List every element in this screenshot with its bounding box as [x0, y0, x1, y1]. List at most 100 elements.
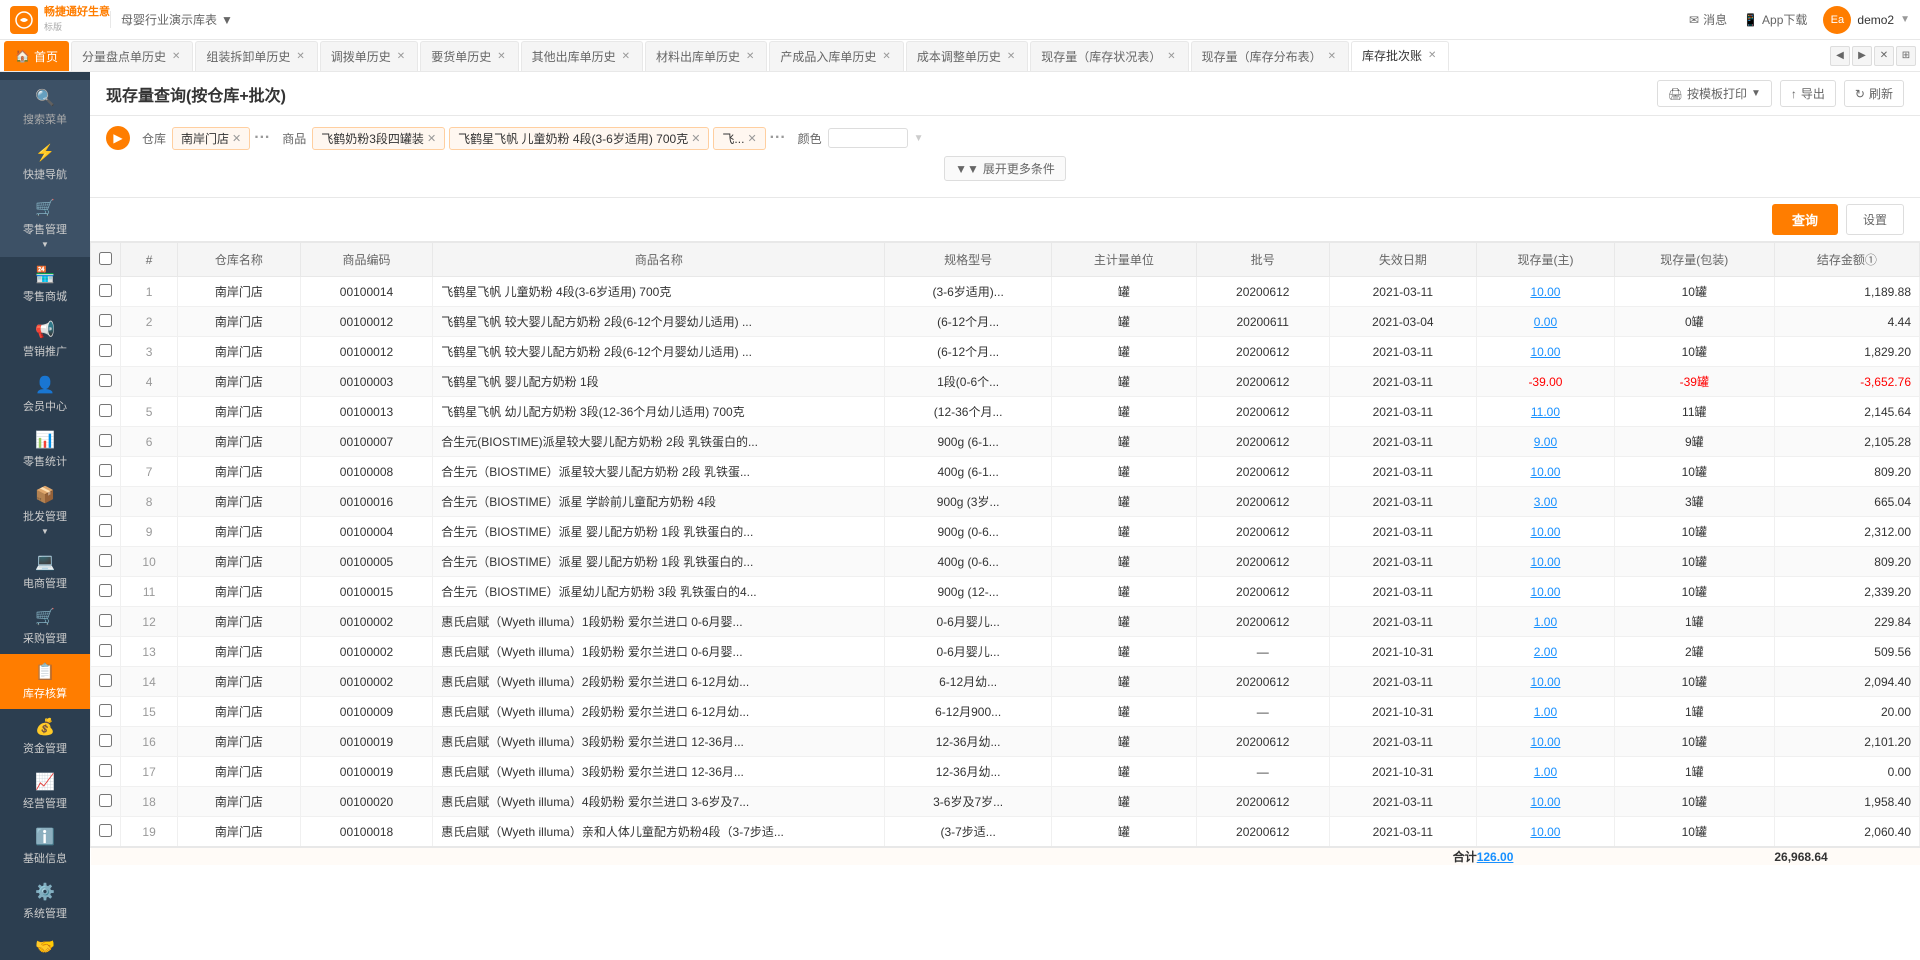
- tab-7[interactable]: 产成品入库单历史 ✕: [769, 41, 903, 71]
- row-checkbox[interactable]: [91, 637, 121, 667]
- row-checkbox[interactable]: [91, 427, 121, 457]
- tab-prev-btn[interactable]: ◀: [1830, 46, 1850, 66]
- product-more-btn[interactable]: ···: [770, 129, 786, 147]
- refresh-btn[interactable]: ↻ 刷新: [1844, 80, 1904, 107]
- product-tag-2[interactable]: 飞... ✕: [713, 127, 765, 150]
- row-checkbox[interactable]: [91, 367, 121, 397]
- sidebar-item-operations[interactable]: 📈 经营管理: [0, 764, 90, 819]
- sidebar-item-inventory[interactable]: 📋 库存核算: [0, 654, 90, 709]
- row-qty[interactable]: 9.00: [1477, 427, 1615, 457]
- template-print-btn[interactable]: 🖨 按模板打印 ▼: [1657, 80, 1772, 107]
- row-checkbox[interactable]: [91, 457, 121, 487]
- tab-close-2[interactable]: ✕: [294, 51, 306, 62]
- row-qty[interactable]: 10.00: [1477, 727, 1615, 757]
- settings-btn[interactable]: 设置: [1846, 204, 1904, 235]
- row-qty[interactable]: 10.00: [1477, 277, 1615, 307]
- sidebar-item-purchase[interactable]: 🛒 采购管理: [0, 599, 90, 654]
- tab-close-4[interactable]: ✕: [495, 51, 507, 62]
- row-checkbox[interactable]: [91, 547, 121, 577]
- row-qty[interactable]: 10.00: [1477, 817, 1615, 848]
- app-download-btn[interactable]: 📱 App下载: [1743, 11, 1807, 28]
- message-btn[interactable]: ✉ 消息: [1689, 11, 1727, 28]
- row-qty[interactable]: 1.00: [1477, 607, 1615, 637]
- table-wrapper[interactable]: # 仓库名称 商品编码 商品名称 规格型号 主计量单位 批号 失效日期 现存量(…: [90, 242, 1920, 960]
- tab-home[interactable]: 🏠 首页: [4, 41, 69, 71]
- tab-8[interactable]: 成本调整单历史 ✕: [906, 41, 1028, 71]
- row-checkbox[interactable]: [91, 667, 121, 697]
- row-checkbox[interactable]: [91, 607, 121, 637]
- sidebar-item-retail[interactable]: 🛒 零售管理 ▼: [0, 190, 90, 257]
- sidebar-item-search[interactable]: 🔍 搜索菜单: [0, 80, 90, 135]
- tab-1[interactable]: 分量盘点单历史 ✕: [71, 41, 193, 71]
- row-qty[interactable]: 3.00: [1477, 487, 1615, 517]
- query-btn[interactable]: 查询: [1772, 204, 1838, 235]
- row-qty[interactable]: 2.00: [1477, 637, 1615, 667]
- row-checkbox[interactable]: [91, 757, 121, 787]
- sidebar-item-wholesale[interactable]: 📦 批发管理 ▼: [0, 477, 90, 544]
- row-qty[interactable]: 0.00: [1477, 307, 1615, 337]
- tab-close-9[interactable]: ✕: [1165, 51, 1177, 62]
- row-qty[interactable]: 10.00: [1477, 787, 1615, 817]
- row-checkbox[interactable]: [91, 787, 121, 817]
- warehouse-more-btn[interactable]: ···: [254, 129, 270, 147]
- tab-close-10[interactable]: ✕: [1326, 51, 1338, 62]
- tab-5[interactable]: 其他出库单历史 ✕: [521, 41, 643, 71]
- product-tag-0[interactable]: 飞鹤奶粉3段四罐装 ✕: [312, 127, 445, 150]
- product-tag-1-remove[interactable]: ✕: [691, 132, 700, 145]
- export-btn[interactable]: ↑ 导出: [1780, 80, 1836, 107]
- tab-next-btn[interactable]: ▶: [1852, 46, 1872, 66]
- product-tag-2-remove[interactable]: ✕: [747, 132, 756, 145]
- tab-6[interactable]: 材料出库单历史 ✕: [645, 41, 767, 71]
- row-checkbox[interactable]: [91, 517, 121, 547]
- row-checkbox[interactable]: [91, 277, 121, 307]
- sidebar-item-shop[interactable]: 🏪 零售商城: [0, 257, 90, 312]
- filter-toggle-btn[interactable]: ▶: [106, 126, 130, 150]
- row-qty[interactable]: 10.00: [1477, 517, 1615, 547]
- sidebar-item-collab[interactable]: 🤝 企业协同: [0, 929, 90, 960]
- product-tag-0-remove[interactable]: ✕: [427, 132, 436, 145]
- tab-3[interactable]: 调拨单历史 ✕: [320, 41, 418, 71]
- row-qty[interactable]: 1.00: [1477, 757, 1615, 787]
- tab-close-6[interactable]: ✕: [744, 51, 756, 62]
- sidebar-item-marketing[interactable]: 📢 营销推广: [0, 312, 90, 367]
- expand-conditions-btn[interactable]: ▼▼ 展开更多条件: [944, 156, 1066, 181]
- sidebar-item-finance[interactable]: 💰 资金管理: [0, 709, 90, 764]
- row-checkbox[interactable]: [91, 337, 121, 367]
- sidebar-item-system[interactable]: ⚙️ 系统管理: [0, 874, 90, 929]
- sidebar-item-quicknav[interactable]: ⚡ 快捷导航: [0, 135, 90, 190]
- row-qty[interactable]: 1.00: [1477, 697, 1615, 727]
- tab-4[interactable]: 要货单历史 ✕: [420, 41, 518, 71]
- tab-2[interactable]: 组装拆卸单历史 ✕: [195, 41, 317, 71]
- row-qty[interactable]: 10.00: [1477, 337, 1615, 367]
- sidebar-item-basics[interactable]: ℹ️ 基础信息: [0, 819, 90, 874]
- tab-10[interactable]: 现存量（库存分布表） ✕: [1191, 41, 1349, 71]
- tab-11[interactable]: 库存批次账 ✕: [1351, 41, 1449, 71]
- tab-9[interactable]: 现存量（库存状况表） ✕: [1030, 41, 1188, 71]
- row-checkbox[interactable]: [91, 817, 121, 848]
- tab-close-8[interactable]: ✕: [1005, 51, 1017, 62]
- product-tag-1[interactable]: 飞鹤星飞帆 儿童奶粉 4段(3-6岁适用) 700克 ✕: [449, 127, 709, 150]
- color-input[interactable]: [828, 128, 908, 148]
- row-qty[interactable]: 11.00: [1477, 397, 1615, 427]
- row-qty[interactable]: 10.00: [1477, 457, 1615, 487]
- row-qty[interactable]: 10.00: [1477, 577, 1615, 607]
- tab-close-5[interactable]: ✕: [620, 51, 632, 62]
- user-area[interactable]: Ea demo2 ▼: [1823, 6, 1910, 34]
- sidebar-item-members[interactable]: 👤 会员中心: [0, 367, 90, 422]
- sidebar-item-retail-stats[interactable]: 📊 零售统计: [0, 422, 90, 477]
- row-checkbox[interactable]: [91, 697, 121, 727]
- row-checkbox[interactable]: [91, 727, 121, 757]
- tab-more-btn[interactable]: ⊞: [1896, 46, 1916, 66]
- tab-close-1[interactable]: ✕: [170, 51, 182, 62]
- row-qty[interactable]: 10.00: [1477, 547, 1615, 577]
- warehouse-tag[interactable]: 南岸门店 ✕: [172, 127, 250, 150]
- tab-close-11[interactable]: ✕: [1426, 50, 1438, 61]
- row-checkbox[interactable]: [91, 577, 121, 607]
- select-all-checkbox[interactable]: [99, 252, 112, 265]
- workspace-selector[interactable]: 母婴行业演示库表 ▼: [110, 11, 243, 28]
- tab-close-all-btn[interactable]: ✕: [1874, 46, 1894, 66]
- row-qty[interactable]: 10.00: [1477, 667, 1615, 697]
- row-checkbox[interactable]: [91, 307, 121, 337]
- tab-close-3[interactable]: ✕: [395, 51, 407, 62]
- warehouse-tag-remove[interactable]: ✕: [232, 132, 241, 145]
